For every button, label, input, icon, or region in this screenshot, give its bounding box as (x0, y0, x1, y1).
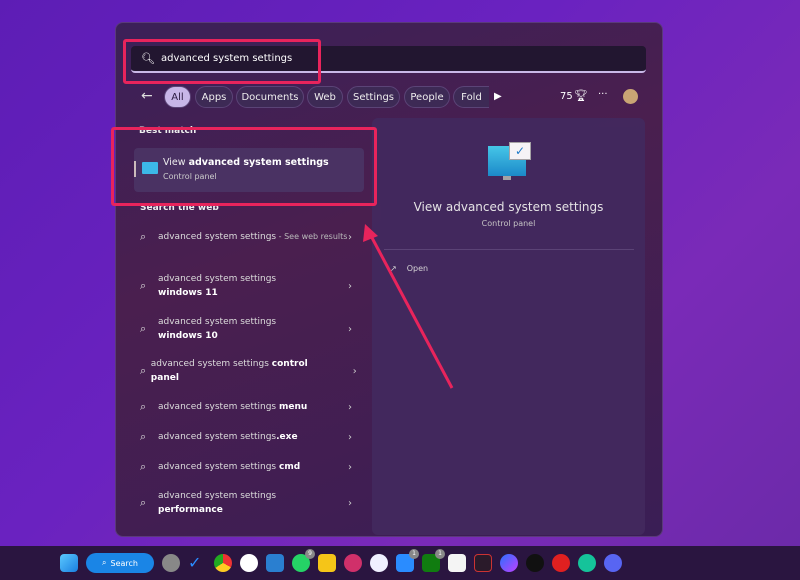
xbox-badge: 1 (435, 549, 445, 559)
mail-badge: 1 (409, 549, 419, 559)
app-icon[interactable] (344, 554, 362, 572)
store-app-icon[interactable] (448, 554, 466, 572)
settings-app-icon[interactable] (162, 554, 180, 572)
start-button[interactable] (60, 554, 78, 572)
logitech-app-icon[interactable] (526, 554, 544, 572)
search-icon: ⌕ (102, 558, 107, 567)
whatsapp-badge: 9 (305, 549, 315, 559)
app-icon[interactable] (552, 554, 570, 572)
phone-link-app-icon[interactable] (266, 554, 284, 572)
whatsapp-app-icon[interactable]: 9 (292, 549, 315, 572)
todo-app-icon[interactable]: ✓ (188, 554, 206, 572)
chrome-app-icon[interactable] (214, 554, 232, 572)
taskbar: ⌕ Search ✓ 9 1 1 (0, 546, 800, 580)
discord-app-icon[interactable] (604, 554, 622, 572)
xbox-app-icon[interactable]: 1 (422, 549, 445, 572)
file-explorer-app-icon[interactable] (318, 554, 336, 572)
slack-app-icon[interactable] (240, 554, 258, 572)
grammarly-app-icon[interactable] (578, 554, 596, 572)
app-icon[interactable] (474, 554, 492, 572)
mail-app-icon[interactable]: 1 (396, 549, 419, 572)
copilot-app-icon[interactable] (500, 554, 518, 572)
pointer-arrow (363, 224, 454, 389)
taskbar-search-button[interactable]: ⌕ Search (86, 553, 154, 573)
itunes-app-icon[interactable] (370, 554, 388, 572)
taskbar-search-label: Search (110, 558, 138, 568)
